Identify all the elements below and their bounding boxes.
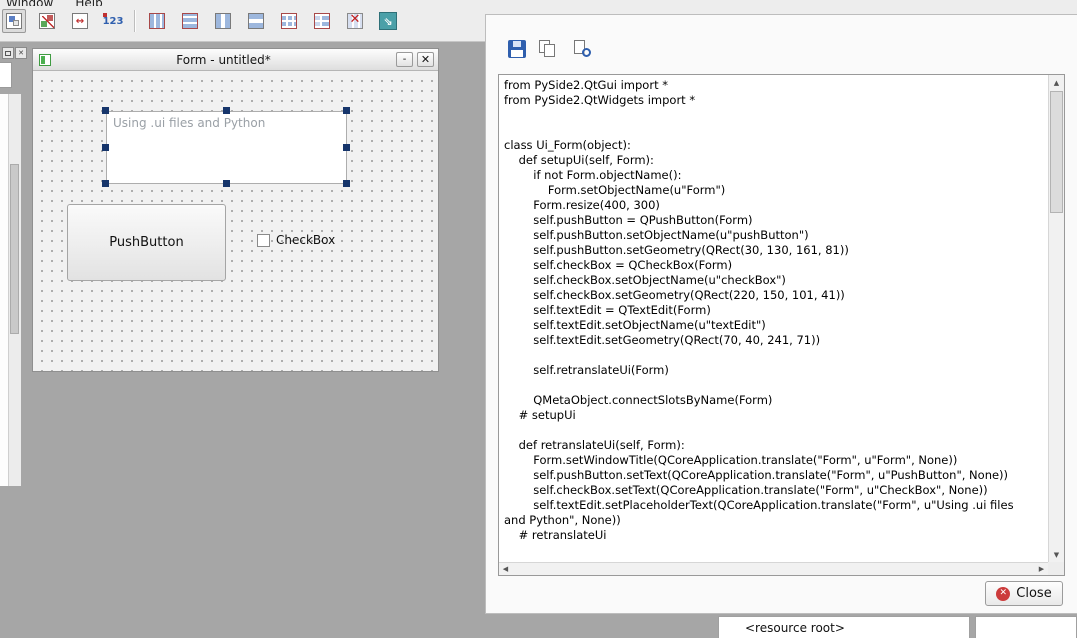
- scroll-right-icon[interactable]: ▶: [1035, 563, 1048, 575]
- close-button-icon: ✕: [996, 587, 1010, 601]
- selection-handle-bottom-center[interactable]: [223, 180, 230, 187]
- layout-vertical-splitter-glyph: [248, 13, 264, 29]
- menu-help[interactable]: Help: [75, 0, 102, 6]
- layout-horizontal-icon[interactable]: [145, 9, 169, 33]
- close-window-button[interactable]: ✕: [417, 52, 434, 67]
- form-window-icon: [39, 54, 51, 66]
- code-view: from PySide2.QtGui import * from PySide2…: [498, 74, 1065, 576]
- minimize-button[interactable]: -: [396, 52, 413, 67]
- widget-box-scrollbar[interactable]: [9, 94, 21, 486]
- checkbox-box[interactable]: [257, 234, 270, 247]
- find-glyph: [573, 40, 591, 58]
- layout-horizontal-splitter-glyph: [215, 13, 231, 29]
- layout-form-glyph: [314, 13, 330, 29]
- signals-slots-glyph: [39, 13, 55, 29]
- scrollbar-corner: [1048, 562, 1064, 575]
- adjust-size-icon[interactable]: ⇘: [376, 9, 400, 33]
- vertical-scroll-thumb[interactable]: [1050, 91, 1063, 213]
- menubar: Window Help: [6, 0, 206, 6]
- selection-handle-bottom-left[interactable]: [102, 180, 109, 187]
- tab-order-glyph: 123: [103, 13, 123, 29]
- qt-designer-screen: Window Help ↔ 123 ✕ ⇘ ✕: [0, 0, 1077, 638]
- buddies-glyph: ↔: [72, 13, 88, 29]
- toolbar-row: ↔ 123 ✕ ⇘: [2, 9, 400, 33]
- widget-box-scroll-thumb[interactable]: [10, 164, 19, 334]
- edit-signals-slots-icon[interactable]: [35, 9, 59, 33]
- selection-handle-top-right[interactable]: [343, 107, 350, 114]
- layout-vertical-icon[interactable]: [178, 9, 202, 33]
- find-icon[interactable]: [572, 39, 592, 59]
- layout-horizontal-glyph: [149, 13, 165, 29]
- copy-icon[interactable]: [538, 39, 558, 59]
- widget-box-panel: [0, 94, 9, 486]
- selection-handle-top-center[interactable]: [223, 107, 230, 114]
- widget-filter-input[interactable]: [0, 62, 12, 88]
- copy-glyph: [539, 40, 557, 58]
- form-window-titlebar[interactable]: Form - untitled* - ✕: [33, 49, 438, 71]
- selection-handle-mid-right[interactable]: [343, 144, 350, 151]
- edit-widgets-glyph: [6, 13, 22, 29]
- layout-vertical-glyph: [182, 13, 198, 29]
- float-icon: [5, 51, 11, 56]
- resource-side-panel: [975, 616, 1077, 638]
- form-canvas[interactable]: Using .ui files and Python PushButton Ch…: [33, 72, 438, 371]
- selection-handle-bottom-right[interactable]: [343, 180, 350, 187]
- dock-close-button[interactable]: ✕: [15, 47, 27, 59]
- form-window-title: Form - untitled*: [51, 53, 396, 67]
- checkbox-widget[interactable]: CheckBox: [257, 233, 335, 247]
- code-preview-dialog: from PySide2.QtGui import * from PySide2…: [485, 14, 1077, 614]
- edit-buddies-icon[interactable]: ↔: [68, 9, 92, 33]
- checkbox-label: CheckBox: [276, 233, 335, 247]
- layout-grid-icon[interactable]: [277, 9, 301, 33]
- pushbutton-widget[interactable]: PushButton: [67, 204, 226, 281]
- scroll-up-icon[interactable]: ▲: [1049, 75, 1064, 90]
- resource-root-item[interactable]: <resource root>: [718, 616, 970, 638]
- scroll-left-icon[interactable]: ◀: [499, 563, 512, 575]
- generated-code-text[interactable]: from PySide2.QtGui import * from PySide2…: [499, 75, 1048, 562]
- toolbar-separator: [134, 10, 136, 32]
- dock-float-button[interactable]: [2, 47, 14, 59]
- edit-tab-order-icon[interactable]: 123: [101, 9, 125, 33]
- textedit-placeholder: Using .ui files and Python: [113, 116, 265, 130]
- layout-vertical-splitter-icon[interactable]: [244, 9, 268, 33]
- selection-handle-mid-left[interactable]: [102, 144, 109, 151]
- close-button[interactable]: ✕ Close: [985, 581, 1063, 606]
- textedit-widget[interactable]: Using .ui files and Python: [106, 111, 347, 184]
- save-glyph: [508, 40, 526, 58]
- layout-horizontal-splitter-icon[interactable]: [211, 9, 235, 33]
- vertical-scrollbar[interactable]: ▲ ▼: [1048, 75, 1064, 562]
- layout-grid-glyph: [281, 13, 297, 29]
- save-icon[interactable]: [507, 39, 527, 59]
- edit-widgets-icon[interactable]: [2, 9, 26, 33]
- layout-form-icon[interactable]: [310, 9, 334, 33]
- horizontal-scrollbar[interactable]: ◀ ▶: [499, 562, 1048, 575]
- menu-window[interactable]: Window: [6, 0, 53, 6]
- adjust-size-glyph: ⇘: [379, 12, 397, 30]
- selection-handle-top-left[interactable]: [102, 107, 109, 114]
- close-button-label: Close: [1016, 586, 1051, 601]
- break-layout-icon[interactable]: ✕: [343, 9, 367, 33]
- scroll-down-icon[interactable]: ▼: [1049, 547, 1064, 562]
- form-editor-window: Form - untitled* - ✕ Using .ui files and…: [32, 48, 439, 372]
- break-layout-glyph: ✕: [347, 13, 363, 29]
